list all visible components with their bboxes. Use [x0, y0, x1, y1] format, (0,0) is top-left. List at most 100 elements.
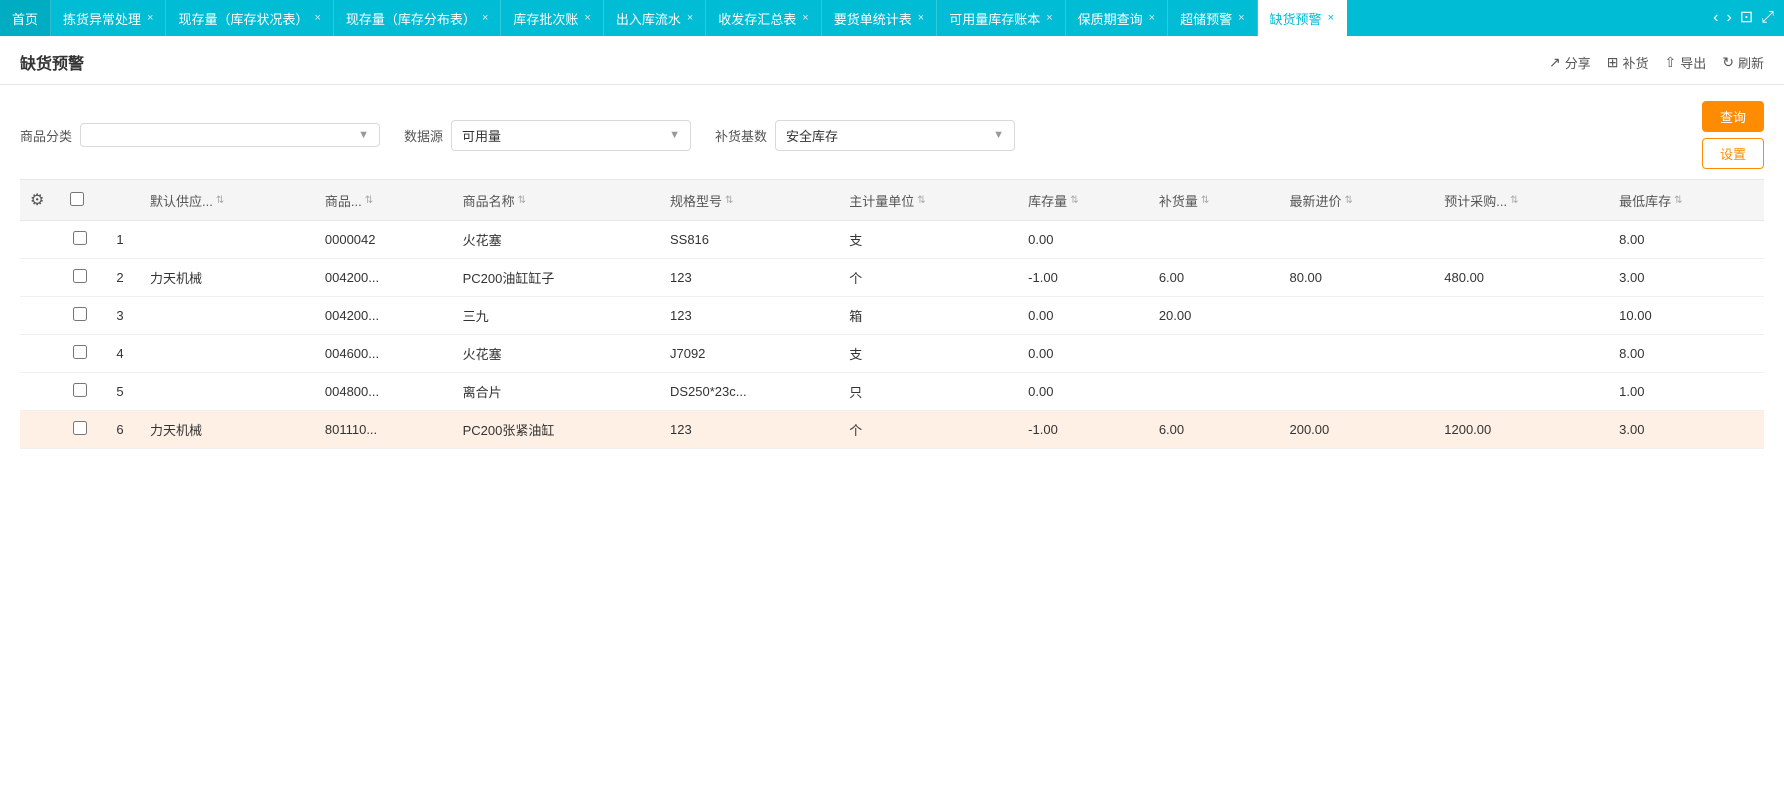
table-header-row: ⚙ 默认供应... ⇅ 商品...	[20, 180, 1764, 221]
gear-icon[interactable]: ⚙	[30, 192, 44, 209]
close-icon[interactable]: ×	[687, 12, 693, 24]
row-stock: 0.00	[1018, 297, 1149, 335]
col-checkbox	[60, 180, 100, 221]
nav-tab-summary[interactable]: 收发存汇总表 ×	[706, 0, 821, 36]
refresh-button[interactable]: ↻ 刷新	[1722, 53, 1764, 72]
row-num: 1	[100, 221, 140, 259]
nav-tab-requisition[interactable]: 要货单统计表 ×	[822, 0, 937, 36]
table-row: 1 0000042 火花塞 SS816 支 0.00 8.00	[20, 221, 1764, 259]
row-est-purchase	[1434, 297, 1609, 335]
row-latest-price	[1279, 221, 1434, 259]
close-icon[interactable]: ×	[918, 12, 924, 24]
row-num: 2	[100, 259, 140, 297]
row-unit: 个	[839, 259, 1018, 297]
row-est-purchase: 480.00	[1434, 259, 1609, 297]
close-icon[interactable]: ×	[584, 12, 590, 24]
col-product-name-label: 商品名称	[463, 191, 515, 210]
data-source-select[interactable]: 可用量 ▼	[451, 120, 691, 151]
row-product-code: 801110...	[315, 411, 453, 449]
sort-icon: ⇅	[216, 195, 224, 206]
nav-tab-home[interactable]: 首页	[0, 0, 51, 36]
product-category-select[interactable]: ▼	[80, 123, 380, 147]
nav-prev-button[interactable]: ‹	[1709, 0, 1722, 36]
replenish-base-select[interactable]: 安全库存 ▼	[775, 120, 1015, 151]
close-icon[interactable]: ×	[147, 12, 153, 24]
row-checkbox[interactable]	[73, 383, 87, 397]
row-product-name: 离合片	[453, 373, 660, 411]
close-icon[interactable]: ×	[1238, 12, 1244, 24]
row-checkbox[interactable]	[73, 269, 87, 283]
nav-tab-expiry[interactable]: 保质期查询 ×	[1066, 0, 1168, 36]
close-icon[interactable]: ×	[802, 12, 808, 24]
replenish-button[interactable]: ⊞ 补货	[1607, 53, 1649, 72]
row-checkbox[interactable]	[73, 345, 87, 359]
nav-tab-available[interactable]: 可用量库存账本 ×	[937, 0, 1065, 36]
nav-maximize-button[interactable]: ⤢	[1757, 0, 1778, 36]
row-checkbox[interactable]	[73, 307, 87, 321]
nav-tab-flow-label: 出入库流水	[616, 9, 681, 28]
row-replenish	[1149, 335, 1280, 373]
close-icon[interactable]: ×	[482, 12, 488, 24]
col-replenish-label: 补货量	[1159, 191, 1198, 210]
row-replenish: 6.00	[1149, 259, 1280, 297]
table-row: 3 004200... 三九 123 箱 0.00 20.00 10.00	[20, 297, 1764, 335]
nav-tab-requisition-label: 要货单统计表	[834, 9, 912, 28]
nav-tab-pick[interactable]: 拣货异常处理 ×	[51, 0, 166, 36]
select-all-checkbox[interactable]	[70, 192, 84, 206]
nav-tab-shortage-label: 缺货预警	[1270, 9, 1322, 28]
col-unit: 主计量单位 ⇅	[839, 180, 1018, 221]
sort-icon: ⇅	[1345, 195, 1353, 206]
sort-icon: ⇅	[1201, 195, 1209, 206]
share-label: 分享	[1565, 53, 1591, 72]
col-est-purchase-label: 预计采购...	[1444, 191, 1507, 210]
row-min-stock: 8.00	[1609, 335, 1764, 373]
row-checkbox[interactable]	[73, 421, 87, 435]
row-spec: 123	[660, 259, 839, 297]
row-replenish	[1149, 221, 1280, 259]
nav-tab-flow[interactable]: 出入库流水 ×	[604, 0, 706, 36]
nav-next-button[interactable]: ›	[1722, 0, 1735, 36]
nav-tab-batch[interactable]: 库存批次账 ×	[501, 0, 603, 36]
replenish-label: 补货	[1622, 53, 1648, 72]
row-min-stock: 8.00	[1609, 221, 1764, 259]
row-stock: -1.00	[1018, 259, 1149, 297]
nav-restore-button[interactable]: ⊡	[1736, 0, 1757, 36]
row-replenish: 20.00	[1149, 297, 1280, 335]
nav-tab-stock1[interactable]: 现存量（库存状况表） ×	[166, 0, 333, 36]
close-icon[interactable]: ×	[1328, 12, 1334, 24]
row-settings	[20, 411, 60, 449]
settings-button[interactable]: 设置	[1702, 138, 1764, 169]
share-button[interactable]: ↗ 分享	[1549, 53, 1591, 72]
header-actions: ↗ 分享 ⊞ 补货 ⇧ 导出 ↻ 刷新	[1549, 53, 1764, 72]
nav-tab-stock2[interactable]: 现存量（库存分布表） ×	[334, 0, 501, 36]
row-stock: 0.00	[1018, 335, 1149, 373]
sort-icon: ⇅	[518, 195, 526, 206]
col-latest-price-label: 最新进价	[1289, 191, 1341, 210]
col-spec: 规格型号 ⇅	[660, 180, 839, 221]
export-button[interactable]: ⇧ 导出	[1665, 53, 1707, 72]
row-checkbox[interactable]	[73, 231, 87, 245]
col-supplier-label: 默认供应...	[150, 191, 213, 210]
chevron-down-icon: ▼	[993, 129, 1004, 141]
replenish-icon: ⊞	[1607, 54, 1619, 71]
col-replenish: 补货量 ⇅	[1149, 180, 1280, 221]
row-est-purchase	[1434, 373, 1609, 411]
row-checkbox-cell	[60, 259, 100, 297]
nav-tab-shortage[interactable]: 缺货预警 ×	[1258, 0, 1347, 36]
close-icon[interactable]: ×	[1149, 12, 1155, 24]
query-button[interactable]: 查询	[1702, 101, 1764, 132]
close-icon[interactable]: ×	[1046, 12, 1052, 24]
nav-tab-overstock[interactable]: 超储预警 ×	[1168, 0, 1257, 36]
col-spec-label: 规格型号	[670, 191, 722, 210]
row-checkbox-cell	[60, 335, 100, 373]
close-icon[interactable]: ×	[314, 12, 320, 24]
filter-area: 商品分类 ▼ 数据源 可用量 ▼ 补货基数 安全库存 ▼ 查询 设置	[0, 85, 1784, 179]
row-latest-price: 200.00	[1279, 411, 1434, 449]
nav-tab-batch-label: 库存批次账	[513, 9, 578, 28]
row-min-stock: 3.00	[1609, 411, 1764, 449]
top-nav: 首页 拣货异常处理 × 现存量（库存状况表） × 现存量（库存分布表） × 库存…	[0, 0, 1784, 36]
row-checkbox-cell	[60, 221, 100, 259]
table-body: 1 0000042 火花塞 SS816 支 0.00 8.00 2 力天机械 0…	[20, 221, 1764, 449]
table-row: 4 004600... 火花塞 J7092 支 0.00 8.00	[20, 335, 1764, 373]
chevron-down-icon: ▼	[358, 129, 369, 141]
